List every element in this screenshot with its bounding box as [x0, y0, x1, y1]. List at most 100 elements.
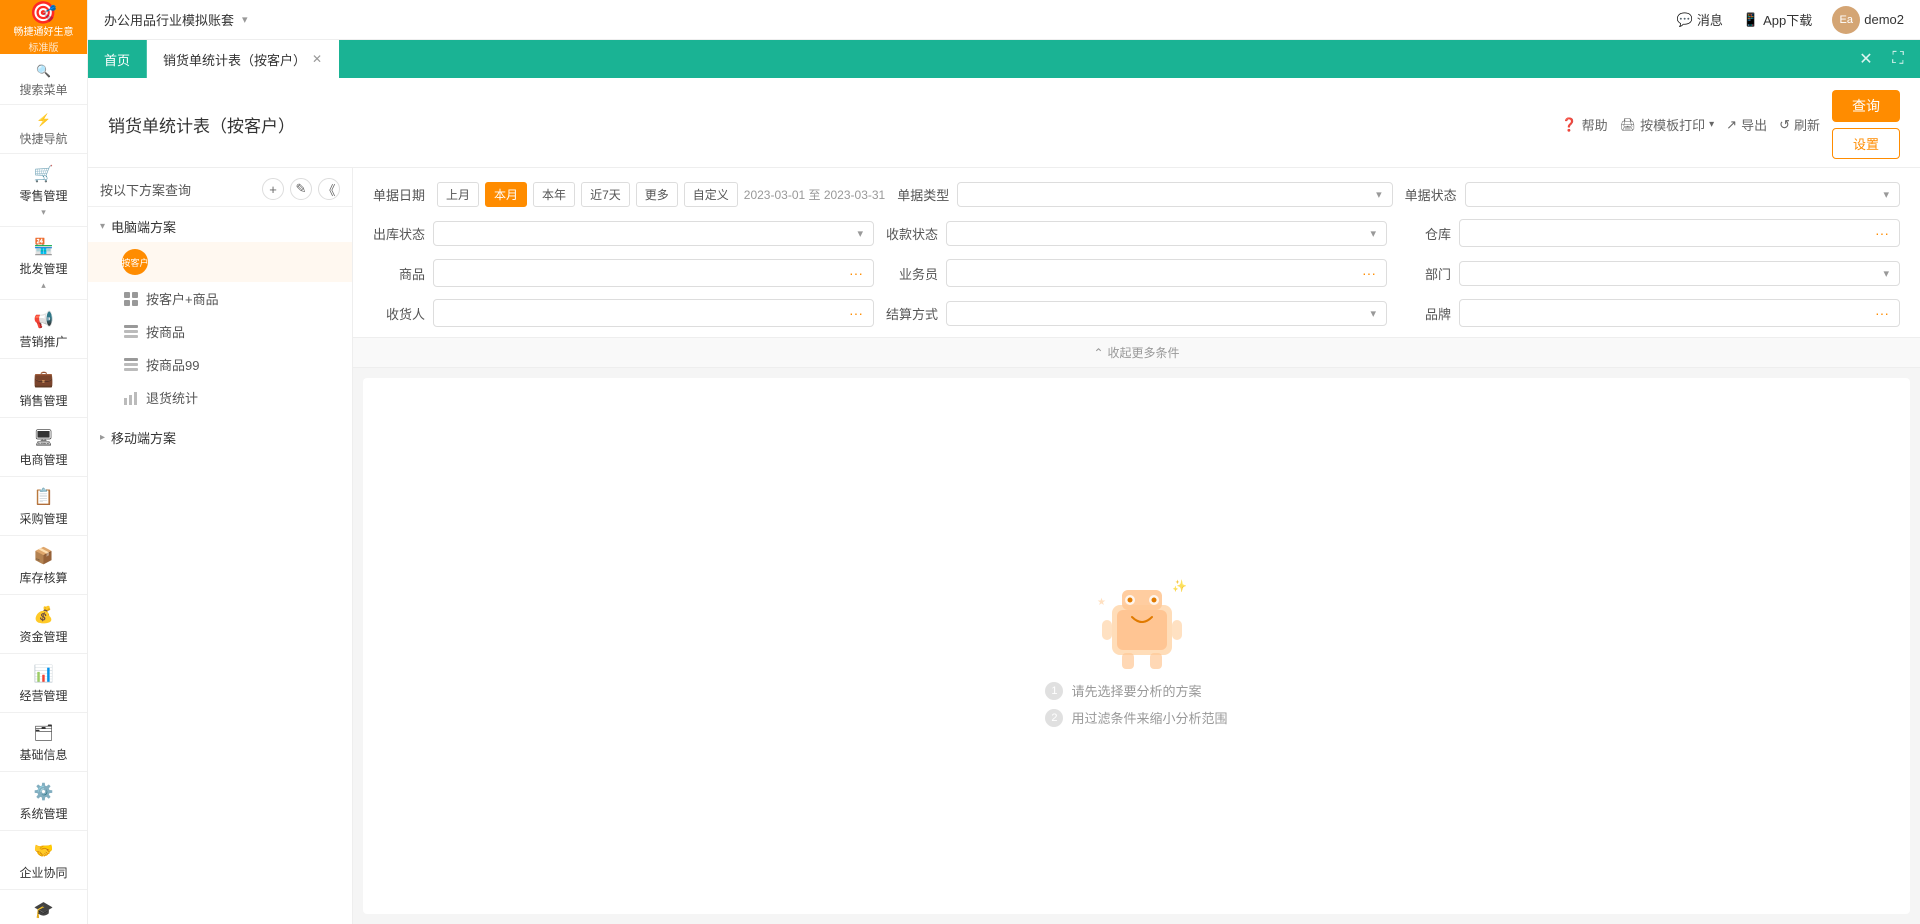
system-icon: ⚙️ [34, 782, 54, 802]
date-btn-last-7days[interactable]: 近7天 [581, 182, 630, 207]
print-icon: 🖨 [1620, 117, 1637, 133]
hint-text-2: 用过滤条件来缩小分析范围 [1071, 708, 1227, 727]
tab-close-window-btn[interactable]: ✕ [1854, 47, 1878, 71]
tree-item-by-customer[interactable]: 按客户 [88, 242, 352, 282]
receipt-status-select[interactable]: ▾ [946, 221, 1387, 246]
left-panel: 按以下方案查询 + ✎ 《 ▾ 电脑端方案 按客户 [88, 168, 353, 924]
status-arrow-icon: ▾ [1883, 188, 1889, 201]
sidebar-label-sales: 销售管理 [19, 392, 67, 409]
group-label: 电脑端方案 [111, 217, 176, 236]
left-panel-header: 按以下方案查询 + ✎ 《 [88, 168, 352, 207]
user-menu[interactable]: Ea demo2 [1832, 6, 1904, 34]
sidebar-item-guide[interactable]: 🎓 新手引导 [0, 890, 87, 924]
settings-button[interactable]: 设置 [1832, 128, 1900, 159]
tab-sales-stats[interactable]: 销货单统计表（按客户） ✕ [147, 40, 339, 78]
content-body: 按以下方案查询 + ✎ 《 ▾ 电脑端方案 按客户 [88, 168, 1920, 924]
help-btn[interactable]: ❓ 帮助 [1561, 115, 1607, 134]
receipt-status-group: 收款状态 ▾ [886, 221, 1387, 246]
refresh-btn[interactable]: ↺ 刷新 [1779, 115, 1820, 134]
sidebar-item-enterprise[interactable]: 🤝 企业协同 [0, 831, 87, 890]
tree-item-by-product-99[interactable]: 按商品99 [88, 348, 352, 381]
hint-text-1: 请先选择要分析的方案 [1071, 681, 1201, 700]
date-btn-custom[interactable]: 自定义 [684, 182, 738, 207]
empty-state: ✨ ★ 1 请先选择要分析的方案 2 用过滤条件来缩小分析范围 [363, 378, 1910, 914]
retail-icon: 🛒 [34, 164, 54, 184]
left-panel-title: 按以下方案查询 [100, 180, 191, 199]
basics-icon: 🗂 [33, 723, 53, 743]
sidebar-item-operation[interactable]: 📊 经营管理 [0, 654, 87, 713]
out-status-select[interactable]: ▾ [433, 221, 874, 246]
tab-home-label: 首页 [104, 50, 130, 69]
type-arrow-icon: ▾ [1376, 188, 1382, 201]
date-btn-more[interactable]: 更多 [636, 182, 678, 207]
sidebar-item-basics[interactable]: 🗂 基础信息 [0, 713, 87, 772]
template-print-btn[interactable]: 🖨 按模板打印 ▾ [1620, 115, 1715, 134]
sidebar-item-finance[interactable]: 💰 资金管理 [0, 595, 87, 654]
warehouse-select[interactable]: ··· [1459, 219, 1900, 247]
department-arrow: ▾ [1883, 267, 1889, 280]
operation-icon: 📊 [34, 664, 54, 684]
tree-group-desktop-header[interactable]: ▾ 电脑端方案 [88, 211, 352, 242]
sidebar-item-system[interactable]: ⚙️ 系统管理 [0, 772, 87, 831]
type-select[interactable]: ▾ [957, 182, 1392, 207]
collapse-panel-btn[interactable]: 《 [318, 178, 340, 200]
company-selector[interactable]: 办公用品行业模拟账套 ▾ [104, 10, 248, 29]
export-label: 导出 [1741, 115, 1767, 134]
tree-group-desktop: ▾ 电脑端方案 按客户 按客户+商品 [88, 207, 352, 418]
tab-bar: 首页 销货单统计表（按客户） ✕ ✕ ⛶ [88, 40, 1920, 78]
salesperson-select[interactable]: ··· [946, 259, 1387, 287]
purchase-icon: 📋 [34, 487, 54, 507]
tab-home[interactable]: 首页 [88, 40, 147, 78]
tab-maximize-btn[interactable]: ⛶ [1886, 47, 1910, 71]
content-header: 销货单统计表（按客户） ❓ 帮助 🖨 按模板打印 ▾ ↗ 导出 ↺ 刷新 [88, 78, 1920, 168]
sidebar-item-sales[interactable]: 💼 销售管理 [0, 359, 87, 418]
receiver-select[interactable]: ··· [433, 299, 874, 327]
date-btn-last-month[interactable]: 上月 [437, 182, 479, 207]
message-label: 消息 [1697, 10, 1723, 29]
scheme-icon-grid [122, 290, 140, 308]
edit-scheme-btn[interactable]: ✎ [290, 178, 312, 200]
message-icon: 💬 [1677, 12, 1693, 28]
wholesale-icon: 🏪 [34, 237, 54, 257]
product-select[interactable]: ··· [433, 259, 874, 287]
sidebar-item-inventory[interactable]: 📦 库存核算 [0, 536, 87, 595]
department-select[interactable]: ▾ [1459, 261, 1900, 286]
out-status-group: 出库状态 ▾ [373, 221, 874, 246]
filter-row-3: 商品 ··· 业务员 ··· [373, 259, 1900, 287]
username: demo2 [1864, 12, 1904, 27]
sidebar-item-marketing[interactable]: 📢 营销推广 [0, 300, 87, 359]
date-btn-this-year[interactable]: 本年 [533, 182, 575, 207]
sidebar-search[interactable]: 🔍 搜索菜单 [0, 54, 87, 105]
tree-item-refund[interactable]: 退货统计 [88, 381, 352, 414]
filter-area: 单据日期 上月 本月 本年 近7天 更多 自定义 2023-03-01 至 20… [353, 168, 1920, 338]
payment-select[interactable]: ▾ [946, 301, 1387, 326]
status-select[interactable]: ▾ [1465, 182, 1900, 207]
tree-item-by-customer-product[interactable]: 按客户+商品 [88, 282, 352, 315]
hint-num-1: 1 [1045, 682, 1063, 700]
tree-item-by-product[interactable]: 按商品 [88, 315, 352, 348]
sidebar-quicknav[interactable]: ⚡ 快捷导航 [0, 105, 87, 154]
tab-close-btn[interactable]: ✕ [312, 52, 322, 66]
scheme-label: 按商品99 [146, 355, 199, 374]
sidebar-item-ecommerce[interactable]: 🖥 电商管理 [0, 418, 87, 477]
receipt-status-label: 收款状态 [886, 224, 938, 243]
download-icon: 📱 [1743, 12, 1759, 28]
logo[interactable]: 🎯 畅捷通好生意 标准版 [0, 0, 88, 54]
collapse-bar[interactable]: ⌃ 收起更多条件 [353, 338, 1920, 368]
tree-group-mobile-header[interactable]: ▸ 移动端方案 [88, 422, 352, 453]
sidebar-item-purchase[interactable]: 📋 采购管理 [0, 477, 87, 536]
left-panel-icons: + ✎ 《 [262, 178, 340, 200]
export-icon: ↗ [1726, 117, 1737, 133]
sidebar-item-retail[interactable]: 🛒 零售管理 ▾ [0, 154, 87, 227]
add-scheme-btn[interactable]: + [262, 178, 284, 200]
brand-select[interactable]: ··· [1459, 299, 1900, 327]
date-btn-this-month[interactable]: 本月 [485, 182, 527, 207]
query-button[interactable]: 查询 [1832, 90, 1900, 122]
avatar: Ea [1832, 6, 1860, 34]
enterprise-icon: 🤝 [34, 841, 54, 861]
inventory-icon: 📦 [34, 546, 54, 566]
message-btn[interactable]: 💬 消息 [1677, 10, 1723, 29]
sidebar-item-wholesale[interactable]: 🏪 批发管理 ▴ [0, 227, 87, 300]
export-btn[interactable]: ↗ 导出 [1726, 115, 1767, 134]
app-download-btn[interactable]: 📱 App下载 [1743, 10, 1812, 29]
